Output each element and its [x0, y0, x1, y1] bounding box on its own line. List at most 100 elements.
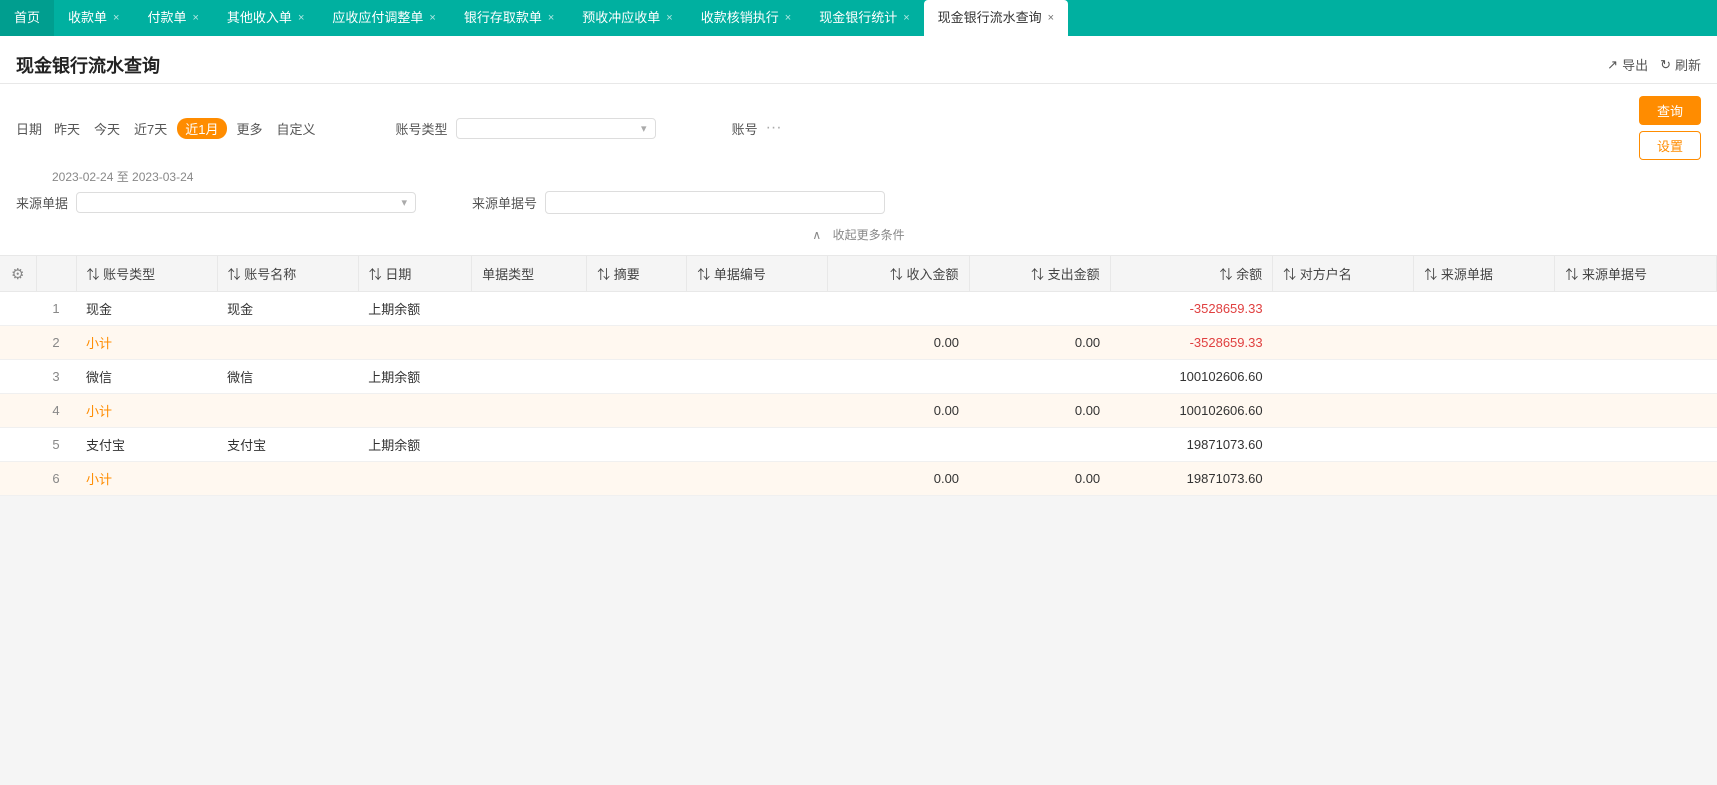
cell-date	[358, 394, 471, 428]
date-btn-1month[interactable]: 近1月	[177, 118, 226, 139]
cell-summary	[587, 326, 687, 360]
source-doc-select[interactable]: ▾	[76, 192, 416, 213]
cell-date: 上期余额	[358, 292, 471, 326]
nav-item-other-income[interactable]: 其他收入单 ×	[213, 0, 318, 36]
nav-item-ar-adjust[interactable]: 应收应付调整单 ×	[318, 0, 449, 36]
col-num	[36, 256, 76, 292]
collapse-bar[interactable]: ∧ 收起更多条件	[16, 222, 1701, 247]
table-body: 1 现金 现金 上期余额 -3528659.33 2 小计 0.00 0.00 …	[0, 292, 1717, 496]
source-doc-label: 来源单据	[16, 193, 68, 212]
cell-num: 1	[36, 292, 76, 326]
cell-num: 3	[36, 360, 76, 394]
close-collection-exec-icon[interactable]: ×	[785, 0, 791, 36]
cell-account-name	[217, 394, 358, 428]
cell-balance: 100102606.60	[1110, 360, 1272, 394]
table-row: 2 小计 0.00 0.00 -3528659.33	[0, 326, 1717, 360]
cell-income: 0.00	[828, 394, 969, 428]
cell-doc-type	[472, 462, 587, 496]
col-source-doc-num: ⇅ 来源单据号	[1555, 256, 1717, 292]
account-type-select[interactable]: ▾	[456, 118, 656, 139]
nav-item-collection-exec[interactable]: 收款核销执行 ×	[687, 0, 805, 36]
filter-row-1: 日期 昨天 今天 近7天 近1月 更多 自定义 账号类型 ▾ 账号 ···	[16, 96, 1701, 160]
data-table: ⚙ ⇅ 账号类型 ⇅ 账号名称 ⇅ 日期 单据类型 ⇅ 摘要	[0, 256, 1717, 496]
col-gear: ⚙	[0, 256, 36, 292]
cell-source-doc	[1414, 462, 1555, 496]
date-btn-custom[interactable]: 自定义	[273, 118, 320, 139]
col-account-name-label: ⇅ 账号名称	[228, 267, 297, 282]
cell-num: 4	[36, 394, 76, 428]
cell-income: 0.00	[828, 462, 969, 496]
settings-button[interactable]: 设置	[1639, 131, 1701, 160]
nav-item-advance-offset[interactable]: 预收冲应收单 ×	[568, 0, 686, 36]
cell-balance: 19871073.60	[1110, 428, 1272, 462]
cell-gear	[0, 462, 36, 496]
cell-expense: 0.00	[969, 462, 1110, 496]
cell-income: 0.00	[828, 326, 969, 360]
close-ar-adjust-icon[interactable]: ×	[429, 0, 435, 36]
date-btn-yesterday[interactable]: 昨天	[50, 118, 84, 139]
cell-balance: -3528659.33	[1110, 326, 1272, 360]
close-other-income-icon[interactable]: ×	[298, 0, 304, 36]
nav-item-home[interactable]: 首页	[0, 0, 54, 36]
close-payment-icon[interactable]: ×	[192, 0, 198, 36]
cell-account-type: 支付宝	[76, 428, 217, 462]
cell-account-name: 支付宝	[217, 428, 358, 462]
cell-gear	[0, 428, 36, 462]
table-row: 4 小计 0.00 0.00 100102606.60	[0, 394, 1717, 428]
cell-doc-type	[472, 326, 587, 360]
nav-item-cash-bank-stats[interactable]: 现金银行统计 ×	[805, 0, 923, 36]
col-date-label: ⇅ 日期	[369, 267, 412, 282]
cell-gear	[0, 360, 36, 394]
export-button[interactable]: ↗ 导出	[1607, 55, 1648, 74]
account-more-icon[interactable]: ···	[766, 119, 782, 137]
cell-account-type: 小计	[76, 394, 217, 428]
col-income-label: ⇅ 收入金额	[890, 267, 959, 282]
cell-account-type: 小计	[76, 462, 217, 496]
nav-item-bank-deposit[interactable]: 银行存取款单 ×	[450, 0, 568, 36]
date-btn-more[interactable]: 更多	[233, 118, 267, 139]
account-type-arrow-icon: ▾	[641, 122, 647, 135]
source-doc-filter-group: 来源单据 ▾	[16, 192, 416, 213]
cell-source-doc-num	[1555, 462, 1717, 496]
table-header-row: ⚙ ⇅ 账号类型 ⇅ 账号名称 ⇅ 日期 单据类型 ⇅ 摘要	[0, 256, 1717, 292]
date-btn-7days[interactable]: 近7天	[130, 118, 171, 139]
col-date: ⇅ 日期	[358, 256, 471, 292]
col-summary-label: ⇅ 摘要	[597, 267, 640, 282]
col-source-doc-num-label: ⇅ 来源单据号	[1565, 267, 1647, 282]
col-income: ⇅ 收入金额	[828, 256, 969, 292]
date-btn-today[interactable]: 今天	[90, 118, 124, 139]
nav-item-cash-bank-flow[interactable]: 现金银行流水查询 ×	[924, 0, 1068, 36]
close-bank-deposit-icon[interactable]: ×	[548, 0, 554, 36]
account-label: 账号	[732, 119, 758, 138]
date-range-display: 2023-02-24 至 2023-03-24	[48, 168, 1701, 185]
cell-doc-num	[687, 428, 828, 462]
cell-summary	[587, 462, 687, 496]
cell-num: 5	[36, 428, 76, 462]
refresh-icon: ↻	[1660, 57, 1671, 73]
cell-doc-type	[472, 394, 587, 428]
table-row: 1 现金 现金 上期余额 -3528659.33	[0, 292, 1717, 326]
cell-source-doc-num	[1555, 326, 1717, 360]
table-settings-icon[interactable]: ⚙	[11, 266, 24, 283]
cell-expense: 0.00	[969, 326, 1110, 360]
close-advance-offset-icon[interactable]: ×	[666, 0, 672, 36]
cell-num: 2	[36, 326, 76, 360]
source-doc-num-input[interactable]	[545, 191, 885, 214]
close-receipt-icon[interactable]: ×	[113, 0, 119, 36]
date-shortcuts: 昨天 今天 近7天 近1月 更多 自定义	[50, 118, 320, 139]
cell-account-type: 小计	[76, 326, 217, 360]
cell-doc-num	[687, 462, 828, 496]
query-button[interactable]: 查询	[1639, 96, 1701, 125]
refresh-button[interactable]: ↻ 刷新	[1660, 55, 1701, 74]
cell-account-name	[217, 462, 358, 496]
nav-item-receipt[interactable]: 收款单 ×	[54, 0, 133, 36]
cell-source-doc	[1414, 326, 1555, 360]
col-source-doc-label: ⇅ 来源单据	[1424, 267, 1493, 282]
nav-item-payment[interactable]: 付款单 ×	[133, 0, 212, 36]
cell-summary	[587, 394, 687, 428]
cell-num: 6	[36, 462, 76, 496]
cell-expense	[969, 428, 1110, 462]
cell-source-doc-num	[1555, 360, 1717, 394]
close-cash-bank-stats-icon[interactable]: ×	[903, 0, 909, 36]
close-cash-bank-flow-icon[interactable]: ×	[1048, 0, 1054, 36]
